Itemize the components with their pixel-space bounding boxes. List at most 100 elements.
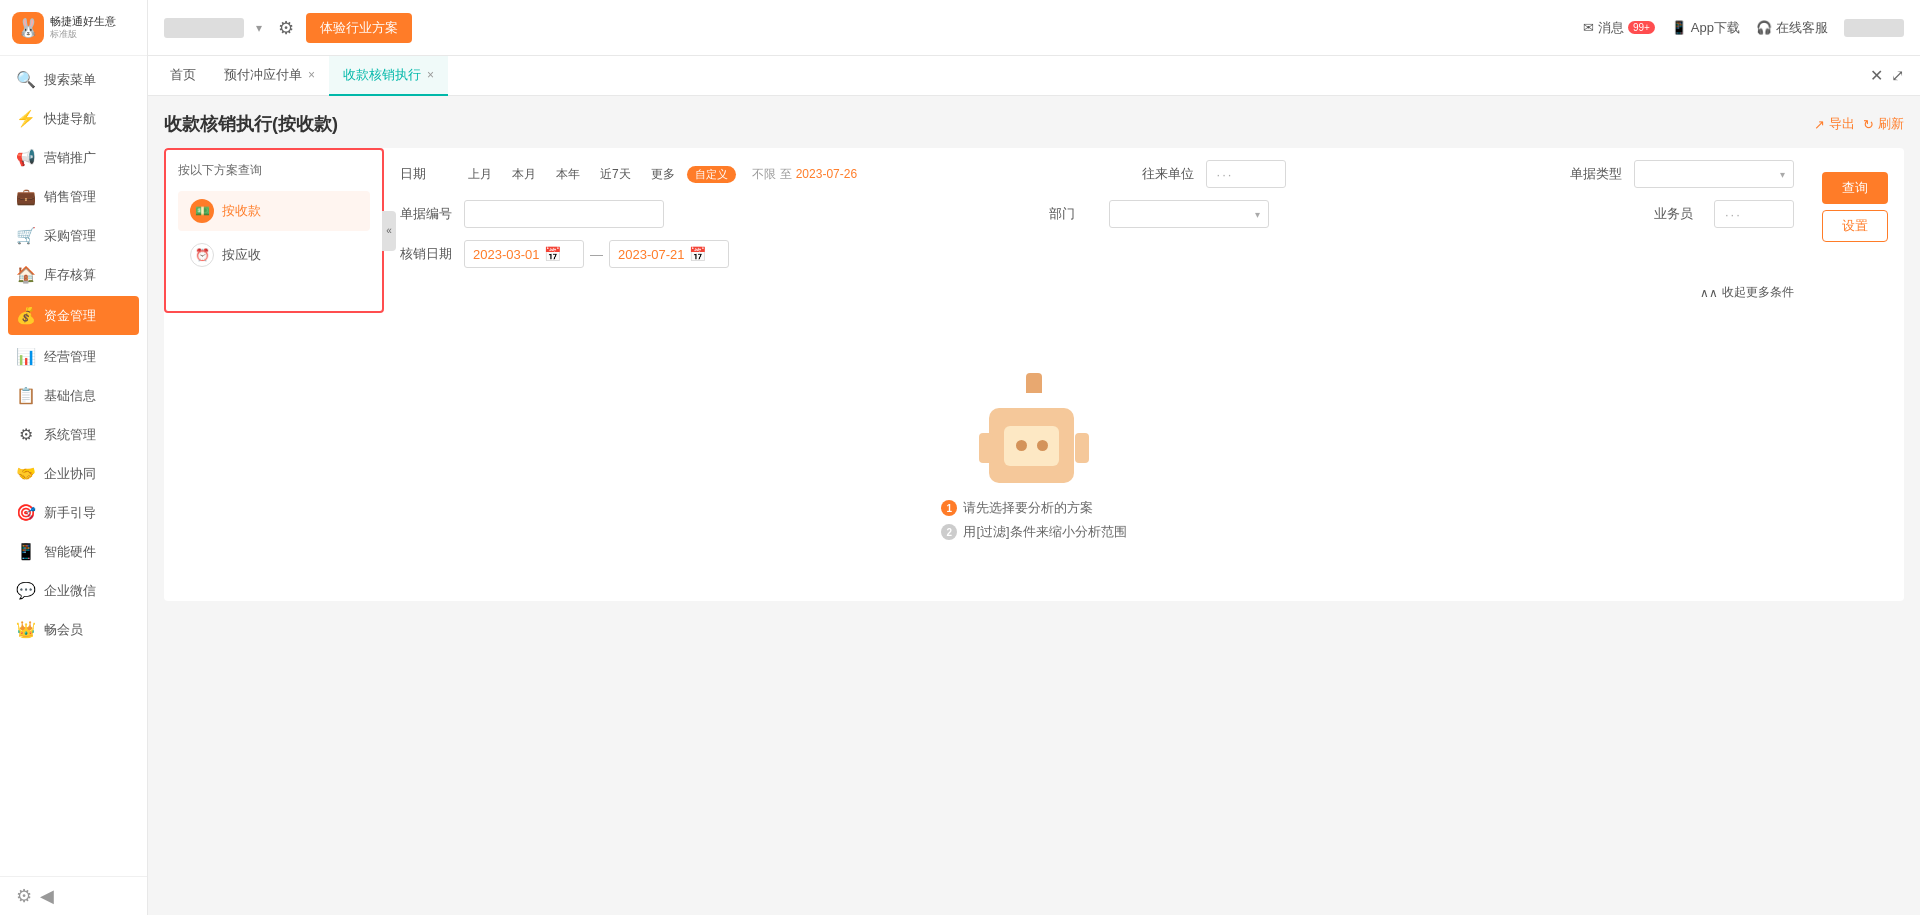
- robot-face: [1004, 426, 1059, 466]
- flash-icon: ⚡: [16, 109, 36, 128]
- robot-left-eye: [1016, 440, 1027, 451]
- cart-icon: 🛒: [16, 226, 36, 245]
- verify-date-range: 2023-03-01 📅 — 2023-07-21 📅: [464, 240, 729, 268]
- tab-receipt-verify-close-icon[interactable]: ×: [427, 68, 434, 82]
- tab-prepay-label: 预付冲应付单: [224, 66, 302, 84]
- hint-num-1: 1: [941, 500, 957, 516]
- topbar-gear-icon[interactable]: ⚙: [278, 17, 294, 39]
- date-custom-tag: 自定义: [687, 166, 736, 183]
- date-value: 2023-07-26: [796, 167, 857, 181]
- headset-icon: 🎧: [1756, 20, 1772, 35]
- sidebar-item-label: 营销推广: [44, 149, 96, 167]
- filter-option-by-receivable[interactable]: ⏰ 按应收: [178, 235, 370, 275]
- sidebar-item-inventory[interactable]: 🏠 库存核算: [0, 255, 147, 294]
- sidebar-item-collab[interactable]: 🤝 企业协同: [0, 454, 147, 493]
- verify-date-label: 核销日期: [400, 245, 452, 263]
- tabbar-right: ✕ ⤢: [1870, 66, 1912, 85]
- doc-type-select[interactable]: ▾: [1634, 160, 1794, 188]
- verify-end-date-input[interactable]: 2023-07-21 📅: [609, 240, 729, 268]
- message-icon: ✉: [1583, 20, 1594, 35]
- hint-text-2: 用[过滤]条件来缩小分析范围: [963, 523, 1126, 541]
- filter-right-area: 日期 上月 本月 本年 近7天 更多 自定义: [384, 148, 1904, 313]
- app-edition: 标准版: [50, 28, 116, 41]
- download-icon: 📱: [1671, 20, 1687, 35]
- user-info-blur[interactable]: [1844, 19, 1904, 37]
- verify-end-value: 2023-07-21: [618, 247, 685, 262]
- tab-prepay[interactable]: 预付冲应付单 ×: [210, 56, 329, 96]
- sidebar-item-label: 基础信息: [44, 387, 96, 405]
- date-btn-7days[interactable]: 近7天: [592, 163, 639, 186]
- sidebar-item-member[interactable]: 👑 畅会员: [0, 610, 147, 649]
- phone-icon: 📱: [16, 542, 36, 561]
- sidebar-item-label: 企业协同: [44, 465, 96, 483]
- sidebar-item-finance[interactable]: 💰 资金管理: [8, 296, 139, 335]
- app-download-action[interactable]: 📱 App下载: [1671, 19, 1740, 37]
- sidebar-item-sales[interactable]: 💼 销售管理: [0, 177, 147, 216]
- verify-start-value: 2023-03-01: [473, 247, 540, 262]
- industry-solution-button[interactable]: 体验行业方案: [306, 13, 412, 43]
- app-download-label: App下载: [1691, 19, 1740, 37]
- filter-option-by-receipt[interactable]: 💵 按收款: [178, 191, 370, 231]
- customer-service-action[interactable]: 🎧 在线客服: [1756, 19, 1828, 37]
- sidebar-item-purchase[interactable]: 🛒 采购管理: [0, 216, 147, 255]
- verify-start-date-input[interactable]: 2023-03-01 📅: [464, 240, 584, 268]
- date-range-display: 不限 至 2023-07-26: [752, 166, 857, 183]
- tab-home[interactable]: 首页: [156, 56, 210, 96]
- tab-close-all-icon[interactable]: ✕: [1870, 66, 1883, 85]
- filter-row-1: 日期 上月 本月 本年 近7天 更多 自定义: [400, 160, 1794, 188]
- sidebar-item-label: 系统管理: [44, 426, 96, 444]
- collapse-sidebar-icon[interactable]: ◀: [40, 885, 54, 907]
- topbar-chevron-icon[interactable]: ▾: [256, 21, 262, 35]
- sidebar-item-basic-info[interactable]: 📋 基础信息: [0, 376, 147, 415]
- sidebar: 🐰 畅捷通好生意 标准版 🔍 搜索菜单 ⚡ 快捷导航 📢 营销推广 💼 销售管理…: [0, 0, 148, 915]
- date-btn-this-year[interactable]: 本年: [548, 163, 588, 186]
- sidebar-menu: 🔍 搜索菜单 ⚡ 快捷导航 📢 营销推广 💼 销售管理 🛒 采购管理 🏠 库存核…: [0, 56, 147, 876]
- collapse-more-button[interactable]: ∧∧ 收起更多条件: [1700, 284, 1794, 301]
- date-btn-this-month[interactable]: 本月: [504, 163, 544, 186]
- sidebar-item-quicknav[interactable]: ⚡ 快捷导航: [0, 99, 147, 138]
- filter-option-receipt-label: 按收款: [222, 202, 261, 220]
- sidebar-item-guide[interactable]: 🎯 新手引导: [0, 493, 147, 532]
- page-title: 收款核销执行(按收款): [164, 112, 338, 136]
- tab-receipt-verify[interactable]: 收款核销执行 ×: [329, 56, 448, 96]
- message-action[interactable]: ✉ 消息 99+: [1583, 19, 1655, 37]
- doc-no-input[interactable]: [464, 200, 664, 228]
- sidebar-item-system[interactable]: ⚙ 系统管理: [0, 415, 147, 454]
- settings-bottom-icon[interactable]: ⚙: [16, 885, 32, 907]
- sidebar-item-label: 资金管理: [44, 307, 96, 325]
- sidebar-item-hardware[interactable]: 📱 智能硬件: [0, 532, 147, 571]
- chevron-down-dept-icon: ▾: [1255, 209, 1260, 220]
- hint-text-1: 请先选择要分析的方案: [963, 499, 1093, 517]
- empty-illustration: [979, 373, 1089, 483]
- filter-action-buttons: 查询 设置: [1810, 160, 1888, 301]
- crown-icon: 👑: [16, 620, 36, 639]
- filter-left-panel: 按以下方案查询 💵 按收款 ⏰ 按应收 «: [164, 148, 384, 313]
- query-button[interactable]: 查询: [1822, 172, 1888, 204]
- export-button[interactable]: ↗ 导出: [1814, 115, 1855, 133]
- staff-input[interactable]: ···: [1714, 200, 1794, 228]
- filter-settings-button[interactable]: 设置: [1822, 210, 1888, 242]
- tab-expand-icon[interactable]: ⤢: [1891, 66, 1904, 85]
- sidebar-item-management[interactable]: 📊 经营管理: [0, 337, 147, 376]
- dept-select[interactable]: ▾: [1109, 200, 1269, 228]
- topbar-actions: ✉ 消息 99+ 📱 App下载 🎧 在线客服: [1583, 19, 1904, 37]
- sidebar-item-label: 新手引导: [44, 504, 96, 522]
- tab-prepay-close-icon[interactable]: ×: [308, 68, 315, 82]
- sidebar-item-search[interactable]: 🔍 搜索菜单: [0, 60, 147, 99]
- chevron-down-icon: ▾: [1780, 169, 1785, 180]
- date-separator: —: [590, 247, 603, 262]
- sidebar-item-marketing[interactable]: 📢 营销推广: [0, 138, 147, 177]
- filter-fields: 日期 上月 本月 本年 近7天 更多 自定义: [400, 160, 1794, 301]
- receipt-icon: 💵: [190, 199, 214, 223]
- house-icon: 🏠: [16, 265, 36, 284]
- collapse-more-label: 收起更多条件: [1722, 284, 1794, 301]
- collapse-filter-panel-button[interactable]: «: [382, 211, 396, 251]
- date-btn-last-month[interactable]: 上月: [460, 163, 500, 186]
- collapse-panel-icon: «: [386, 225, 392, 236]
- refresh-button[interactable]: ↻ 刷新: [1863, 115, 1904, 133]
- sidebar-item-wechat[interactable]: 💬 企业微信: [0, 571, 147, 610]
- empty-hint-2: 2 用[过滤]条件来缩小分析范围: [941, 523, 1126, 541]
- tabbar: 首页 预付冲应付单 × 收款核销执行 × ✕ ⤢: [148, 56, 1920, 96]
- date-btn-more[interactable]: 更多: [643, 163, 683, 186]
- counterpart-input[interactable]: ···: [1206, 160, 1286, 188]
